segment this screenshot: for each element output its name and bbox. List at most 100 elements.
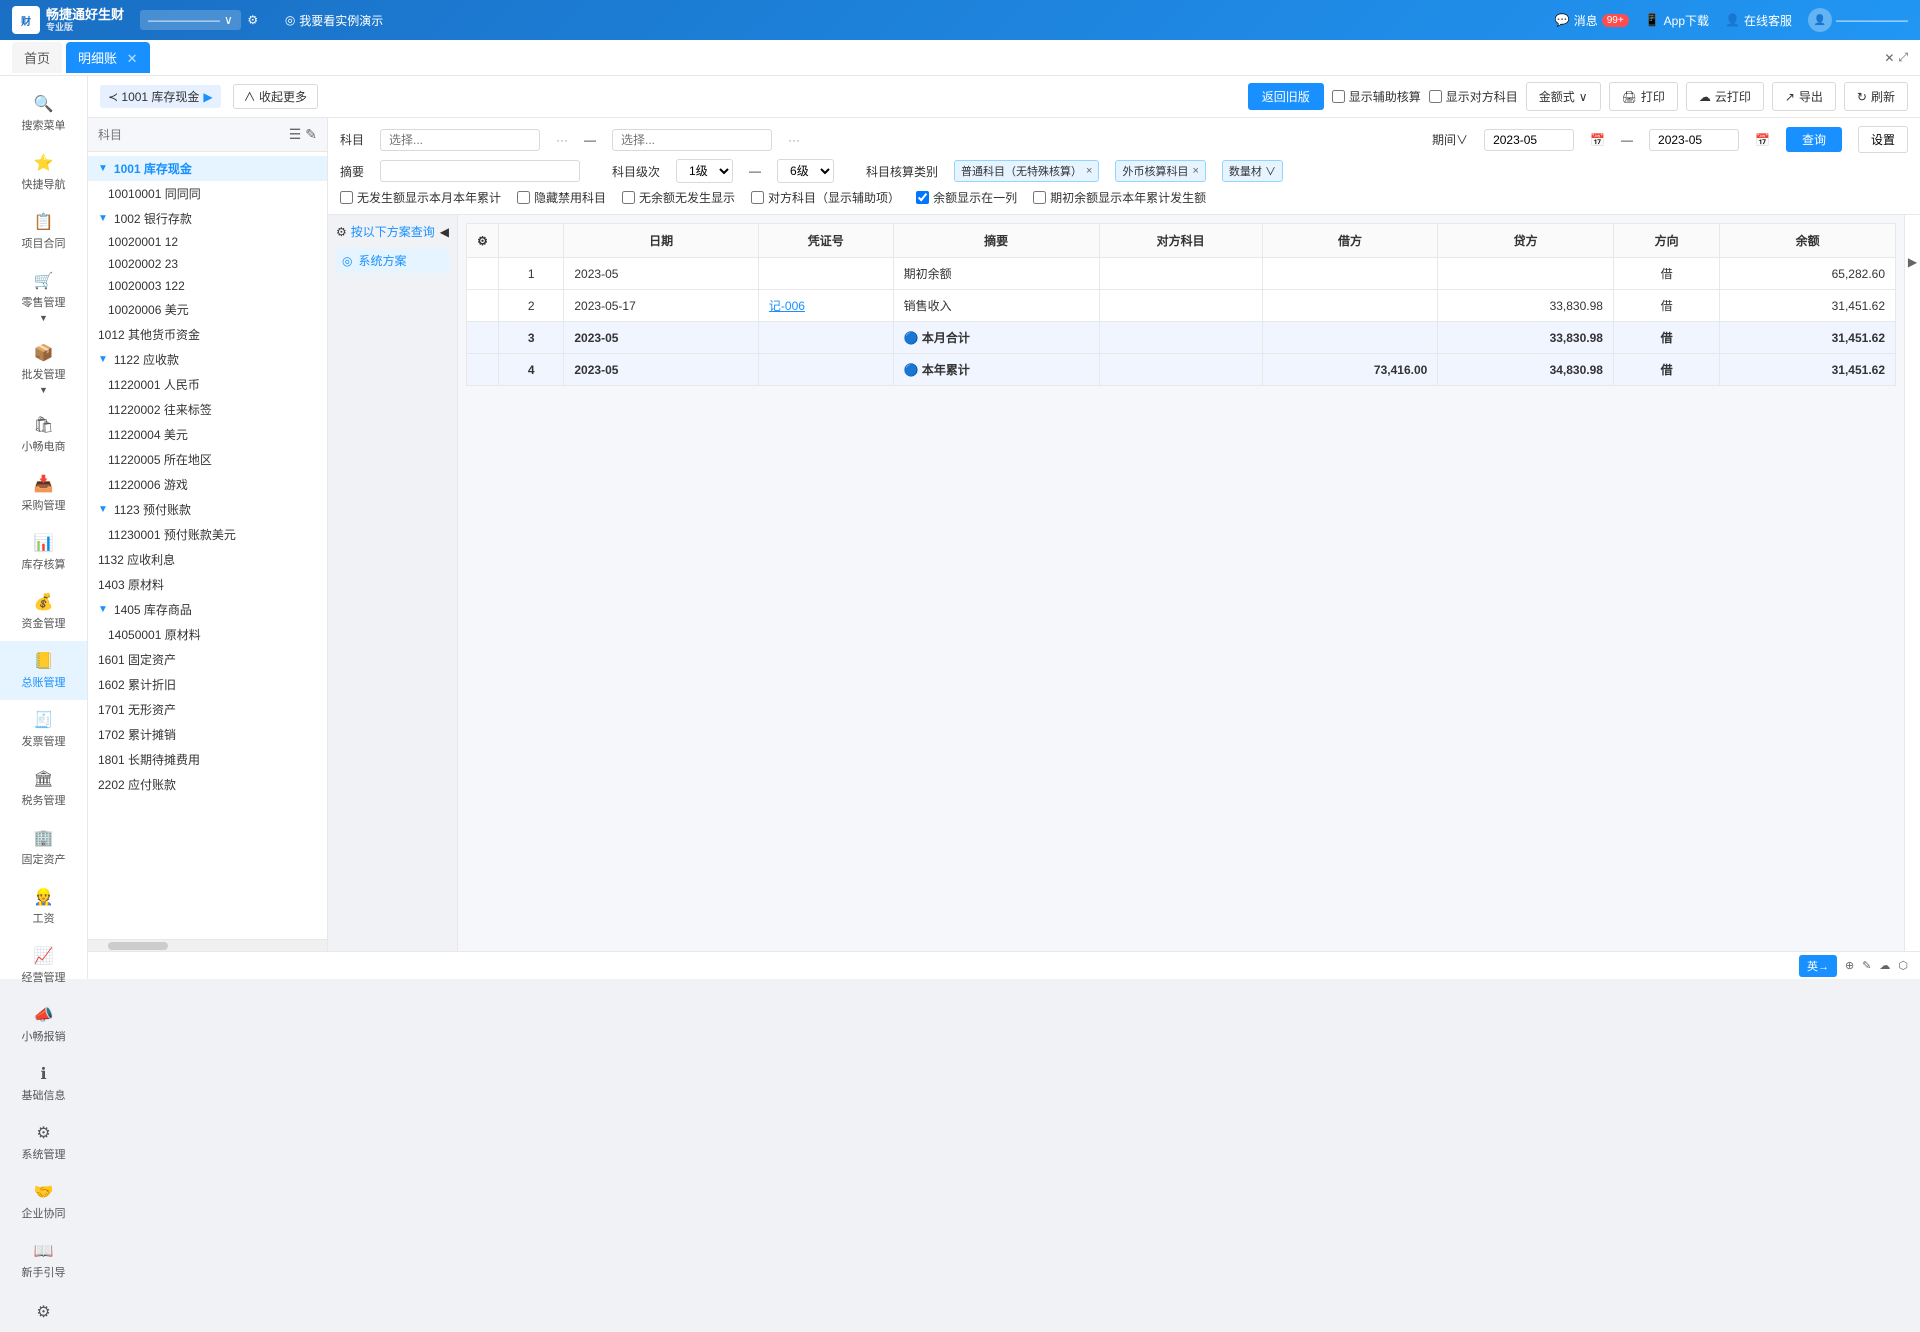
online-service-link[interactable]: 👤 在线客服 — [1725, 12, 1792, 29]
tree-item-1701[interactable]: 1701 无形资产 — [88, 697, 327, 722]
right-collapse-panel[interactable]: ▶ — [1904, 215, 1920, 951]
collapse-right-icon[interactable]: ▶ — [1908, 255, 1917, 269]
nav-quick[interactable]: ⭐ 快捷导航 — [0, 143, 87, 202]
bottom-icon-4[interactable]: ⬡ — [1898, 959, 1908, 972]
nav-tax[interactable]: 🏛 税务管理 — [0, 759, 87, 818]
tree-item-1801[interactable]: 1801 长期待摊费用 — [88, 747, 327, 772]
nav-wholesale[interactable]: 📦 批发管理 ▼ — [0, 333, 87, 405]
col-debit[interactable]: 借方 — [1262, 224, 1438, 258]
show-aux-checkbox[interactable]: 显示辅助核算 — [1332, 88, 1421, 105]
col-summary[interactable]: 摘要 — [893, 224, 1099, 258]
tree-item-1132[interactable]: 1132 应收利息 — [88, 547, 327, 572]
system-plan-item[interactable]: ◎ 系统方案 — [336, 248, 449, 273]
tree-list-icon[interactable]: ☰ — [289, 126, 302, 143]
nav-invoice[interactable]: 🧾 发票管理 — [0, 700, 87, 759]
tab-ledger[interactable]: 明细账 ✕ — [66, 42, 150, 73]
filter-summary-input[interactable] — [380, 160, 580, 182]
nav-inventory[interactable]: 📊 库存核算 — [0, 523, 87, 582]
tree-settings-icon[interactable]: ✎ — [305, 126, 317, 143]
company-selector[interactable]: —————— ∨ — [140, 10, 241, 30]
col-voucher[interactable]: 凭证号 — [758, 224, 893, 258]
user-profile[interactable]: 👤 —————— — [1808, 8, 1908, 32]
tag-normal[interactable]: 普通科目（无特殊核算） × — [954, 160, 1099, 182]
breadcrumb-account[interactable]: ≺ 1001 库存现金 ▶ — [100, 85, 221, 108]
col-direction[interactable]: 方向 — [1613, 224, 1719, 258]
translate-btn[interactable]: 英→ — [1799, 955, 1837, 977]
bottom-icon-3[interactable]: ☁ — [1879, 959, 1890, 972]
tab-home[interactable]: 首页 — [12, 42, 62, 73]
refresh-button[interactable]: ↻ 刷新 — [1844, 82, 1908, 111]
checkbox-contra-subject[interactable]: 对方科目（显示辅助项） — [751, 189, 900, 206]
tree-search-input[interactable] — [98, 128, 283, 142]
tree-item-11220001[interactable]: 11220001 人民币 — [88, 372, 327, 397]
app-download-link[interactable]: 📱 App下载 — [1645, 12, 1709, 29]
tree-item-1601[interactable]: 1601 固定资产 — [88, 647, 327, 672]
settings-icon[interactable]: ⚙ — [241, 8, 265, 32]
calendar-icon[interactable]: 📅 — [1590, 133, 1605, 147]
tree-item-10020003[interactable]: 10020003 122 — [88, 275, 327, 297]
cloud-print-button[interactable]: ☁ 云打印 — [1686, 82, 1764, 111]
nav-fund[interactable]: 💰 资金管理 — [0, 582, 87, 641]
nav-management[interactable]: 📈 经营管理 — [0, 936, 87, 995]
col-settings[interactable]: ⚙ — [467, 224, 499, 258]
tree-item-2202[interactable]: 2202 应付账款 — [88, 772, 327, 797]
voucher-link[interactable]: 记-006 — [769, 299, 805, 313]
messages-link[interactable]: 💬 消息 99+ — [1555, 12, 1629, 29]
filter-period-end[interactable] — [1649, 129, 1739, 151]
tree-item-11220004[interactable]: 11220004 美元 — [88, 422, 327, 447]
settings-icon[interactable]: ⚙ — [336, 225, 347, 239]
tag-close-icon[interactable]: × — [1086, 165, 1092, 177]
tree-item-1001[interactable]: ▼ 1001 库存现金 — [88, 156, 327, 181]
window-close-icon[interactable]: ✕ — [1884, 51, 1894, 65]
collapse-more-button[interactable]: ∧ 收起更多 — [233, 84, 318, 109]
tree-item-11220005[interactable]: 11220005 所在地区 — [88, 447, 327, 472]
tree-item-10020006[interactable]: 10020006 美元 — [88, 297, 327, 322]
tree-item-10010001[interactable]: 10010001 同同同 — [88, 181, 327, 206]
nav-expense[interactable]: 📣 小畅报销 — [0, 995, 87, 1054]
nav-search[interactable]: 🔍 搜索菜单 — [0, 84, 87, 143]
tag-quantity[interactable]: 数量材 ∨ — [1222, 160, 1283, 182]
filter-period-start[interactable] — [1484, 129, 1574, 151]
tree-item-11230001[interactable]: 11230001 预付账款美元 — [88, 522, 327, 547]
checkbox-no-amount[interactable]: 无发生额显示本月本年累计 — [340, 189, 501, 206]
nav-cooperation[interactable]: 🤝 企业协同 — [0, 1172, 87, 1231]
tree-item-1403[interactable]: 1403 原材料 — [88, 572, 327, 597]
checkbox-hide-disabled[interactable]: 隐藏禁用科目 — [517, 189, 606, 206]
return-old-version-button[interactable]: 返回旧版 — [1248, 83, 1324, 110]
checkbox-opening-balance[interactable]: 期初余额显示本年累计发生额 — [1033, 189, 1206, 206]
nav-purchase[interactable]: 📥 采购管理 — [0, 464, 87, 523]
tree-item-1002[interactable]: ▼ 1002 银行存款 — [88, 206, 327, 231]
col-balance[interactable]: 余额 — [1720, 224, 1896, 258]
bottom-icon-1[interactable]: ⊕ — [1845, 959, 1854, 972]
col-credit[interactable]: 贷方 — [1438, 224, 1614, 258]
filter-settings-button[interactable]: 设置 — [1858, 126, 1908, 153]
filter-subject-end-input[interactable] — [612, 129, 772, 151]
tree-item-10020002[interactable]: 10020002 23 — [88, 253, 327, 275]
calendar-icon2[interactable]: 📅 — [1755, 133, 1770, 147]
nav-guide[interactable]: 📖 新手引导 — [0, 1231, 87, 1292]
nav-retail[interactable]: 🛒 零售管理 ▼ — [0, 261, 87, 333]
filter-level-end[interactable]: 6级 — [777, 159, 834, 183]
window-maximize-icon[interactable]: ⤢ — [1898, 50, 1908, 65]
tree-horizontal-scroll[interactable] — [88, 939, 327, 951]
tree-item-10020001[interactable]: 10020001 12 — [88, 231, 327, 253]
print-button[interactable]: 🖨 打印 — [1609, 82, 1678, 111]
nav-system[interactable]: ⚙ 系统管理 — [0, 1113, 87, 1172]
filter-subject-input[interactable] — [380, 129, 540, 151]
tab-close-icon[interactable]: ✕ — [127, 51, 138, 66]
tree-item-11220002[interactable]: 11220002 往来标签 — [88, 397, 327, 422]
nav-ledger[interactable]: 📒 总账管理 — [0, 641, 87, 700]
col-date[interactable]: 日期 — [564, 224, 759, 258]
checkbox-no-balance[interactable]: 无余额无发生显示 — [622, 189, 735, 206]
export-button[interactable]: ↗ 导出 — [1772, 82, 1836, 111]
nav-fixed-assets[interactable]: 🏢 固定资产 — [0, 818, 87, 877]
checkbox-balance-one-col[interactable]: 余额显示在一列 — [916, 189, 1017, 206]
col-contra[interactable]: 对方科目 — [1099, 224, 1262, 258]
collapse-left-icon[interactable]: ◀ — [440, 225, 449, 239]
tree-item-14050001[interactable]: 14050001 原材料 — [88, 622, 327, 647]
tag-close-icon2[interactable]: × — [1192, 165, 1198, 177]
query-button[interactable]: 查询 — [1786, 127, 1842, 152]
nav-basic[interactable]: ℹ 基础信息 — [0, 1054, 87, 1113]
scroll-thumb[interactable] — [108, 942, 168, 950]
bottom-icon-2[interactable]: ✎ — [1862, 959, 1871, 972]
